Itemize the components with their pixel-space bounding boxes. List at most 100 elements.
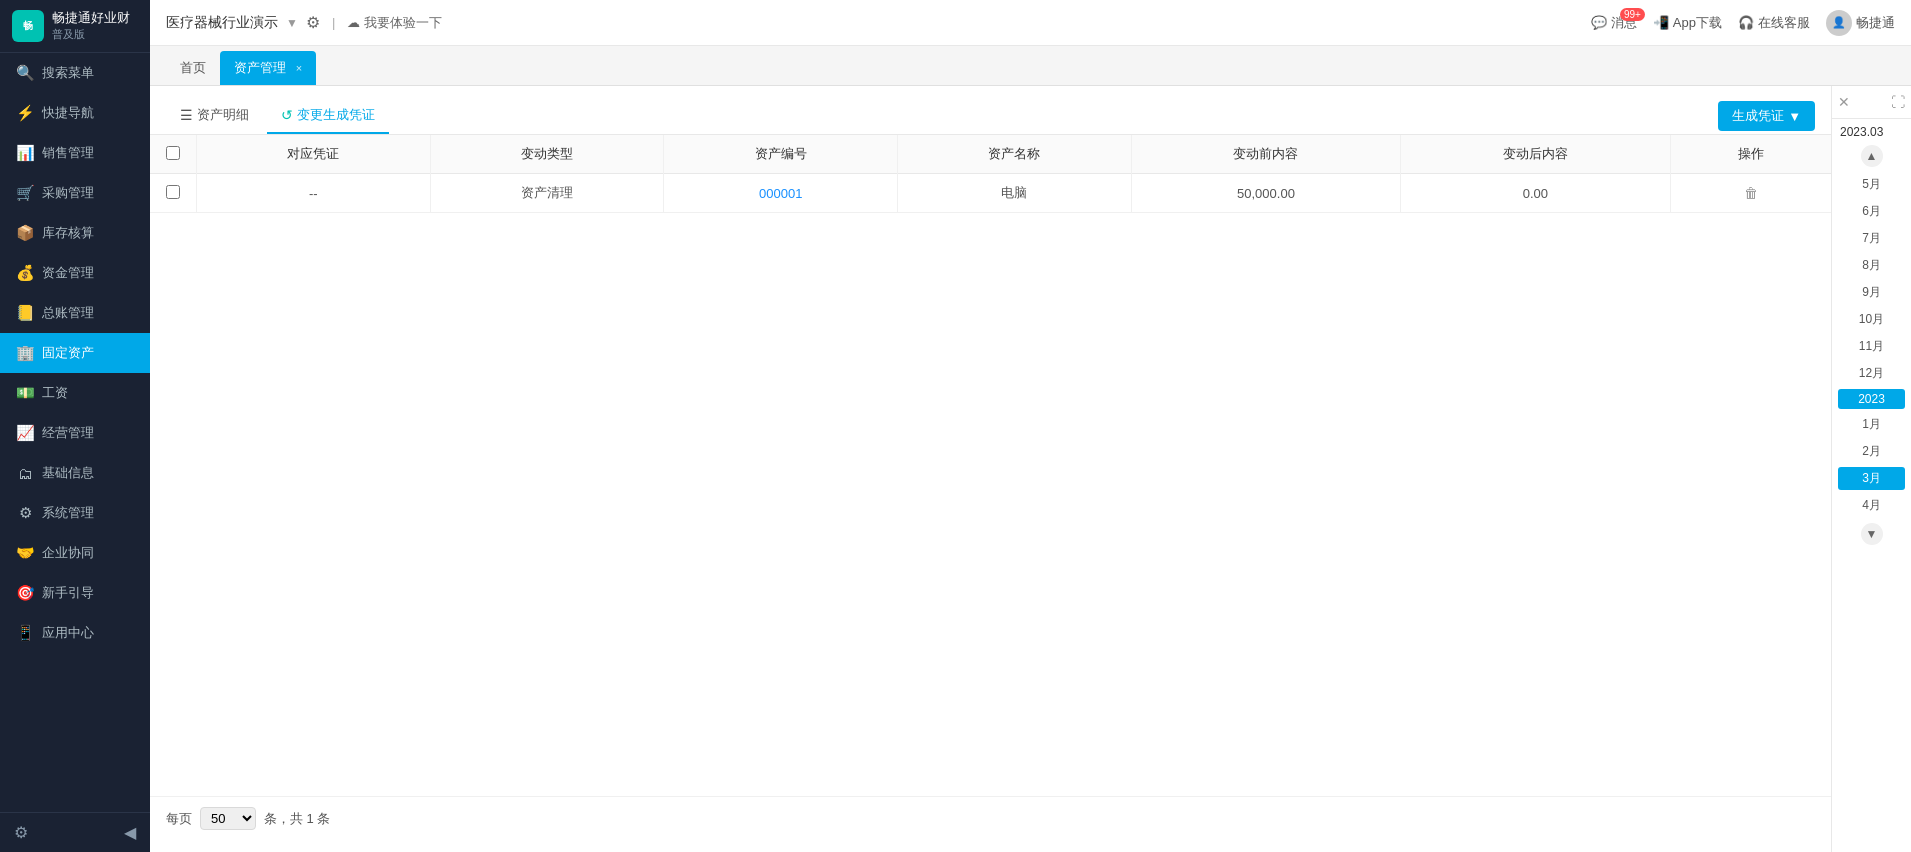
subtab-change-voucher-label: 变更生成凭证 — [297, 106, 375, 124]
sidebar-logo: 畅 畅捷通好业财 普及版 — [0, 0, 150, 53]
flash-icon: ⚡ — [16, 104, 34, 122]
month-9[interactable]: 9月 — [1832, 279, 1911, 306]
right-panel-header: ✕ ⛶ — [1832, 86, 1911, 119]
topbar-left: 医疗器械行业演示 ▼ ⚙ | ☁ 我要体验一下 — [166, 13, 442, 32]
refresh-icon: ↺ — [281, 107, 293, 123]
online-service-button[interactable]: 🎧 在线客服 — [1738, 14, 1810, 32]
row-checkbox[interactable] — [166, 185, 180, 199]
row-before-content: 50,000.00 — [1131, 174, 1400, 213]
data-table: 对应凭证 变动类型 资产编号 资产名称 变动前内容 变动后内容 操作 — [150, 135, 1831, 213]
subtab-change-voucher[interactable]: ↺ 变更生成凭证 — [267, 98, 389, 134]
sidebar-item-guide[interactable]: 🎯 新手引导 — [0, 573, 150, 613]
generate-voucher-button[interactable]: 生成凭证 ▼ — [1718, 101, 1815, 131]
tab-home-label: 首页 — [180, 60, 206, 75]
page-content: ☰ 资产明细 ↺ 变更生成凭证 生成凭证 ▼ — [150, 86, 1911, 852]
search-icon: 🔍 — [16, 64, 34, 82]
month-5[interactable]: 5月 — [1832, 171, 1911, 198]
app-download-button[interactable]: 📲 App下载 — [1653, 14, 1722, 32]
date-scroll-down[interactable]: ▼ — [1861, 523, 1883, 545]
expand-panel-icon[interactable]: ⛶ — [1891, 94, 1905, 110]
sidebar-label-salary: 工资 — [42, 384, 68, 402]
sidebar-label-ledger: 总账管理 — [42, 304, 94, 322]
username-label: 畅捷通 — [1856, 14, 1895, 32]
sidebar-item-sales[interactable]: 📊 销售管理 — [0, 133, 150, 173]
chart-icon: 📊 — [16, 144, 34, 162]
sidebar-item-enterprise[interactable]: 🤝 企业协同 — [0, 533, 150, 573]
select-all-checkbox[interactable] — [166, 146, 180, 160]
tab-home[interactable]: 首页 — [166, 51, 220, 85]
sidebar-item-search[interactable]: 🔍 搜索菜单 — [0, 53, 150, 93]
sidebar-item-ledger[interactable]: 📒 总账管理 — [0, 293, 150, 333]
sidebar-item-appcenter[interactable]: 📱 应用中心 — [0, 613, 150, 653]
month-11[interactable]: 11月 — [1832, 333, 1911, 360]
book-icon: 📒 — [16, 304, 34, 322]
main-area: 医疗器械行业演示 ▼ ⚙ | ☁ 我要体验一下 💬 消息 99+ 📲 App下载… — [150, 0, 1911, 852]
month-10[interactable]: 10月 — [1832, 306, 1911, 333]
sidebar-item-fixedassets[interactable]: 🏢 固定资产 — [0, 333, 150, 373]
target-icon: 🎯 — [16, 584, 34, 602]
year-2023-badge[interactable]: 2023 — [1838, 389, 1905, 409]
tab-close-icon[interactable]: × — [296, 62, 302, 74]
sidebar-item-quicknav[interactable]: ⚡ 快捷导航 — [0, 93, 150, 133]
sidebar-item-purchase[interactable]: 🛒 采购管理 — [0, 173, 150, 213]
year-header-2023: 2023.03 — [1832, 119, 1911, 141]
sidebar-label-search: 搜索菜单 — [42, 64, 94, 82]
sidebar-label-operations: 经营管理 — [42, 424, 94, 442]
close-panel-icon[interactable]: ✕ — [1838, 94, 1850, 110]
month-1[interactable]: 1月 — [1832, 411, 1911, 438]
sidebar-item-basicinfo[interactable]: 🗂 基础信息 — [0, 453, 150, 493]
sidebar-label-quicknav: 快捷导航 — [42, 104, 94, 122]
month-6[interactable]: 6月 — [1832, 198, 1911, 225]
experience-button[interactable]: ☁ 我要体验一下 — [347, 14, 442, 32]
sidebar-item-salary[interactable]: 💵 工资 — [0, 373, 150, 413]
right-date-panel: ✕ ⛶ 2023.03 ▲ 5月 6月 7月 8月 9月 10月 11月 12月… — [1831, 86, 1911, 852]
select-all-header — [150, 135, 197, 174]
month-8[interactable]: 8月 — [1832, 252, 1911, 279]
table-header-row: 对应凭证 变动类型 资产编号 资产名称 变动前内容 变动后内容 操作 — [150, 135, 1831, 174]
building-icon: 🏢 — [16, 344, 34, 362]
date-scroll-up[interactable]: ▲ — [1861, 145, 1883, 167]
box-icon: 📦 — [16, 224, 34, 242]
sidebar-item-operations[interactable]: 📈 经营管理 — [0, 413, 150, 453]
sidebar-label-guide: 新手引导 — [42, 584, 94, 602]
sidebar-label-appcenter: 应用中心 — [42, 624, 94, 642]
settings-bottom-icon[interactable]: ⚙ — [14, 823, 28, 842]
month-3-active[interactable]: 3月 — [1838, 467, 1905, 490]
tab-asset-management[interactable]: 资产管理 × — [220, 51, 316, 85]
company-settings-icon[interactable]: ⚙ — [306, 13, 320, 32]
sidebar-item-system[interactable]: ⚙ 系统管理 — [0, 493, 150, 533]
month-4[interactable]: 4月 — [1832, 492, 1911, 519]
company-dropdown-icon[interactable]: ▼ — [286, 16, 298, 30]
sidebar-item-funds[interactable]: 💰 资金管理 — [0, 253, 150, 293]
sidebar-label-funds: 资金管理 — [42, 264, 94, 282]
date-sidebar: 2023.03 ▲ 5月 6月 7月 8月 9月 10月 11月 12月 202… — [1832, 119, 1911, 852]
month-12[interactable]: 12月 — [1832, 360, 1911, 387]
sidebar: 畅 畅捷通好业财 普及版 🔍 搜索菜单 ⚡ 快捷导航 📊 销售管理 🛒 采购管理… — [0, 0, 150, 852]
sidebar-label-fixedassets: 固定资产 — [42, 344, 94, 362]
month-7[interactable]: 7月 — [1832, 225, 1911, 252]
salary-icon: 💵 — [16, 384, 34, 402]
user-menu[interactable]: 👤 畅捷通 — [1826, 10, 1895, 36]
sidebar-footer: ⚙ ◀ — [0, 812, 150, 852]
col-before-content: 变动前内容 — [1131, 135, 1400, 174]
main-panel: ☰ 资产明细 ↺ 变更生成凭证 生成凭证 ▼ — [150, 86, 1831, 852]
col-change-type: 变动类型 — [430, 135, 664, 174]
tab-asset-label: 资产管理 — [234, 60, 286, 75]
cloud-icon: ☁ — [347, 15, 360, 30]
message-icon: 💬 — [1591, 15, 1607, 30]
app-logo-icon: 畅 — [12, 10, 44, 42]
per-page-select[interactable]: 10 20 50 100 — [200, 807, 256, 830]
subtab-asset-detail[interactable]: ☰ 资产明细 — [166, 98, 263, 134]
app-name: 畅捷通好业财 — [52, 10, 130, 27]
handshake-icon: 🤝 — [16, 544, 34, 562]
collapse-sidebar-icon[interactable]: ◀ — [124, 823, 136, 842]
col-after-content: 变动后内容 — [1401, 135, 1670, 174]
message-button[interactable]: 💬 消息 99+ — [1591, 14, 1637, 32]
company-name: 医疗器械行业演示 — [166, 14, 278, 32]
delete-row-icon[interactable]: 🗑 — [1744, 185, 1758, 201]
sidebar-item-inventory[interactable]: 📦 库存核算 — [0, 213, 150, 253]
total-count: 条，共 1 条 — [264, 810, 330, 828]
month-2[interactable]: 2月 — [1832, 438, 1911, 465]
col-voucher: 对应凭证 — [197, 135, 431, 174]
row-after-content: 0.00 — [1401, 174, 1670, 213]
